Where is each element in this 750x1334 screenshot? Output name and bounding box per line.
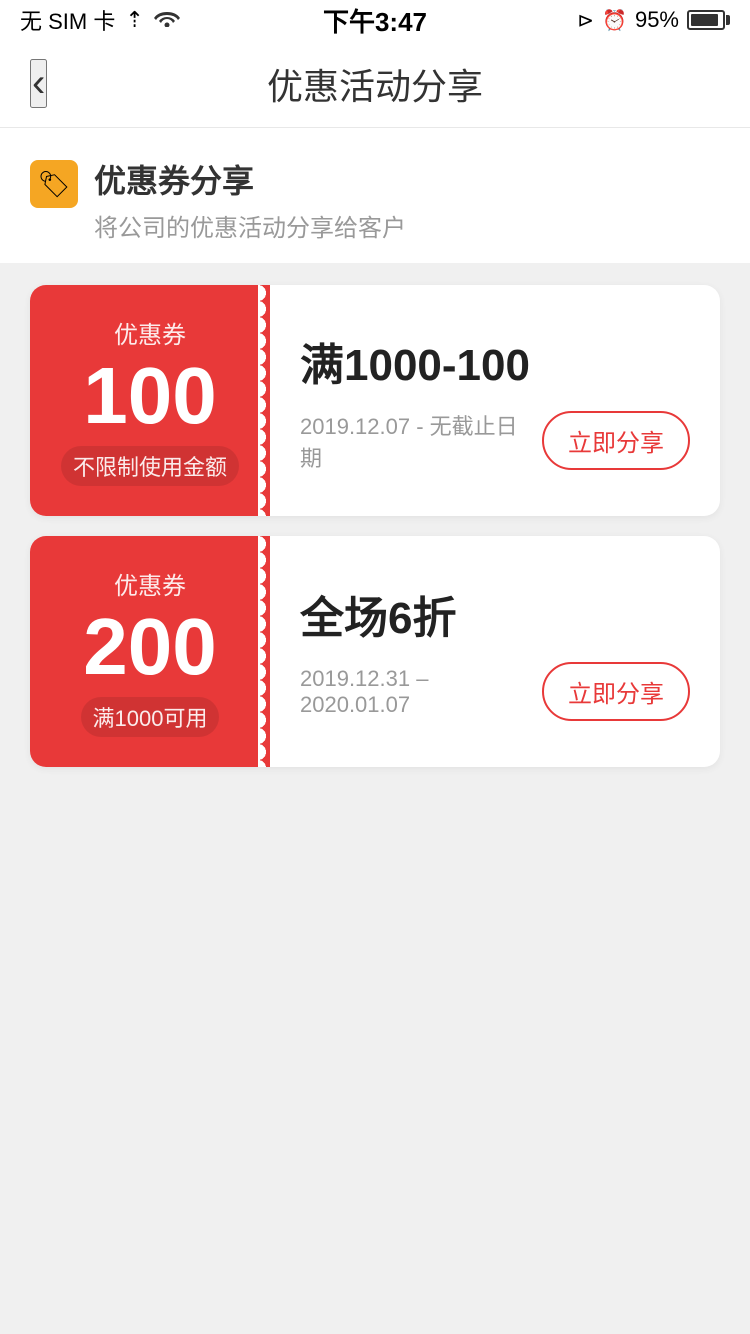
coupon-list: 优惠券 100 不限制使用金额 满1000-100 2019.12.07 - 无…	[0, 265, 750, 787]
coupon-right-0: 满1000-100 2019.12.07 - 无截止日期 立即分享	[270, 285, 720, 516]
status-bar: 无 SIM 卡 ⇡ 下午3:47 ⊳ ⏰ 95%	[0, 0, 750, 40]
status-right: ⊳ ⏰ 95%	[577, 7, 730, 33]
coupon-amount-0: 100	[83, 356, 216, 436]
coupon-condition-1: 满1000可用	[81, 697, 220, 737]
coupon-meta-1: 2019.12.31 – 2020.01.07 立即分享	[300, 662, 690, 721]
carrier-label: 无 SIM 卡	[20, 4, 115, 36]
share-button-0[interactable]: 立即分享	[542, 411, 690, 470]
wifi-icon: ⇡	[125, 7, 143, 33]
coupon-condition-0: 不限制使用金额	[61, 446, 239, 486]
section-subtitle: 将公司的优惠活动分享给客户	[94, 208, 406, 243]
coupon-right-1: 全场6折 2019.12.31 – 2020.01.07 立即分享	[270, 536, 720, 767]
section-title: 优惠券分享	[94, 156, 406, 202]
back-button[interactable]: ‹	[30, 59, 47, 108]
coupon-left-0: 优惠券 100 不限制使用金额	[30, 285, 270, 516]
battery-percent: 95%	[635, 7, 679, 33]
status-left: 无 SIM 卡 ⇡	[20, 4, 180, 36]
coupon-meta-0: 2019.12.07 - 无截止日期 立即分享	[300, 409, 690, 473]
coupon-left-1: 优惠券 200 满1000可用	[30, 536, 270, 767]
section-text: 优惠券分享 将公司的优惠活动分享给客户	[94, 156, 406, 243]
alarm-icon: ⏰	[602, 8, 627, 33]
coupon-label-0: 优惠券	[114, 315, 186, 350]
wifi-bars	[154, 7, 180, 33]
coupon-card-1: 优惠券 200 满1000可用 全场6折 2019.12.31 – 2020.0…	[30, 536, 720, 767]
location-icon: ⊳	[577, 8, 594, 33]
coupon-date-0: 2019.12.07 - 无截止日期	[300, 409, 526, 473]
coupon-amount-1: 200	[83, 607, 216, 687]
page-title: 优惠活动分享	[267, 58, 483, 110]
coupon-label-1: 优惠券	[114, 566, 186, 601]
nav-bar: ‹ 优惠活动分享	[0, 40, 750, 128]
coupon-section-icon: 🏷	[30, 160, 78, 208]
coupon-name-1: 全场6折	[300, 582, 690, 646]
coupon-card-0: 优惠券 100 不限制使用金额 满1000-100 2019.12.07 - 无…	[30, 285, 720, 516]
time-label: 下午3:47	[323, 2, 427, 39]
coupon-name-0: 满1000-100	[300, 329, 690, 393]
coupon-date-1: 2019.12.31 – 2020.01.07	[300, 666, 526, 718]
share-button-1[interactable]: 立即分享	[542, 662, 690, 721]
section-header: 🏷 优惠券分享 将公司的优惠活动分享给客户	[0, 128, 750, 263]
battery-icon	[687, 10, 730, 30]
